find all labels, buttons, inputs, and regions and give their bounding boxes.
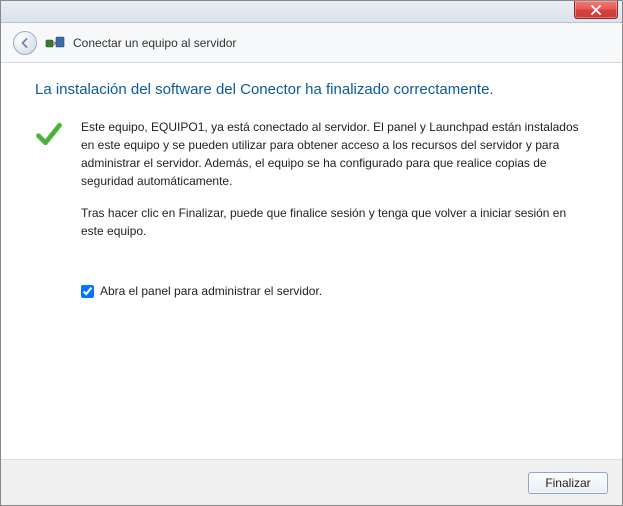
- open-panel-checkbox-row[interactable]: Abra el panel para administrar el servid…: [81, 284, 588, 298]
- close-icon: [591, 5, 601, 15]
- content-area: La instalación del software del Conector…: [1, 63, 622, 459]
- success-check-icon: [35, 120, 63, 153]
- open-panel-checkbox[interactable]: [81, 285, 94, 298]
- body-text: Este equipo, EQUIPO1, ya está conectado …: [81, 118, 588, 254]
- wizard-header: Conectar un equipo al servidor: [1, 23, 622, 63]
- titlebar: [1, 1, 622, 23]
- paragraph-1: Este equipo, EQUIPO1, ya está conectado …: [81, 118, 588, 190]
- connector-app-icon: [45, 35, 65, 51]
- back-button[interactable]: [13, 31, 37, 55]
- footer: Finalizar: [1, 459, 622, 505]
- page-heading: La instalación del software del Conector…: [35, 81, 588, 98]
- close-button[interactable]: [574, 1, 618, 19]
- finish-button[interactable]: Finalizar: [528, 472, 608, 494]
- paragraph-2: Tras hacer clic en Finalizar, puede que …: [81, 204, 588, 240]
- open-panel-checkbox-label: Abra el panel para administrar el servid…: [100, 284, 322, 298]
- wizard-title: Conectar un equipo al servidor: [73, 36, 236, 50]
- arrow-left-icon: [19, 37, 31, 49]
- body-row: Este equipo, EQUIPO1, ya está conectado …: [35, 118, 588, 254]
